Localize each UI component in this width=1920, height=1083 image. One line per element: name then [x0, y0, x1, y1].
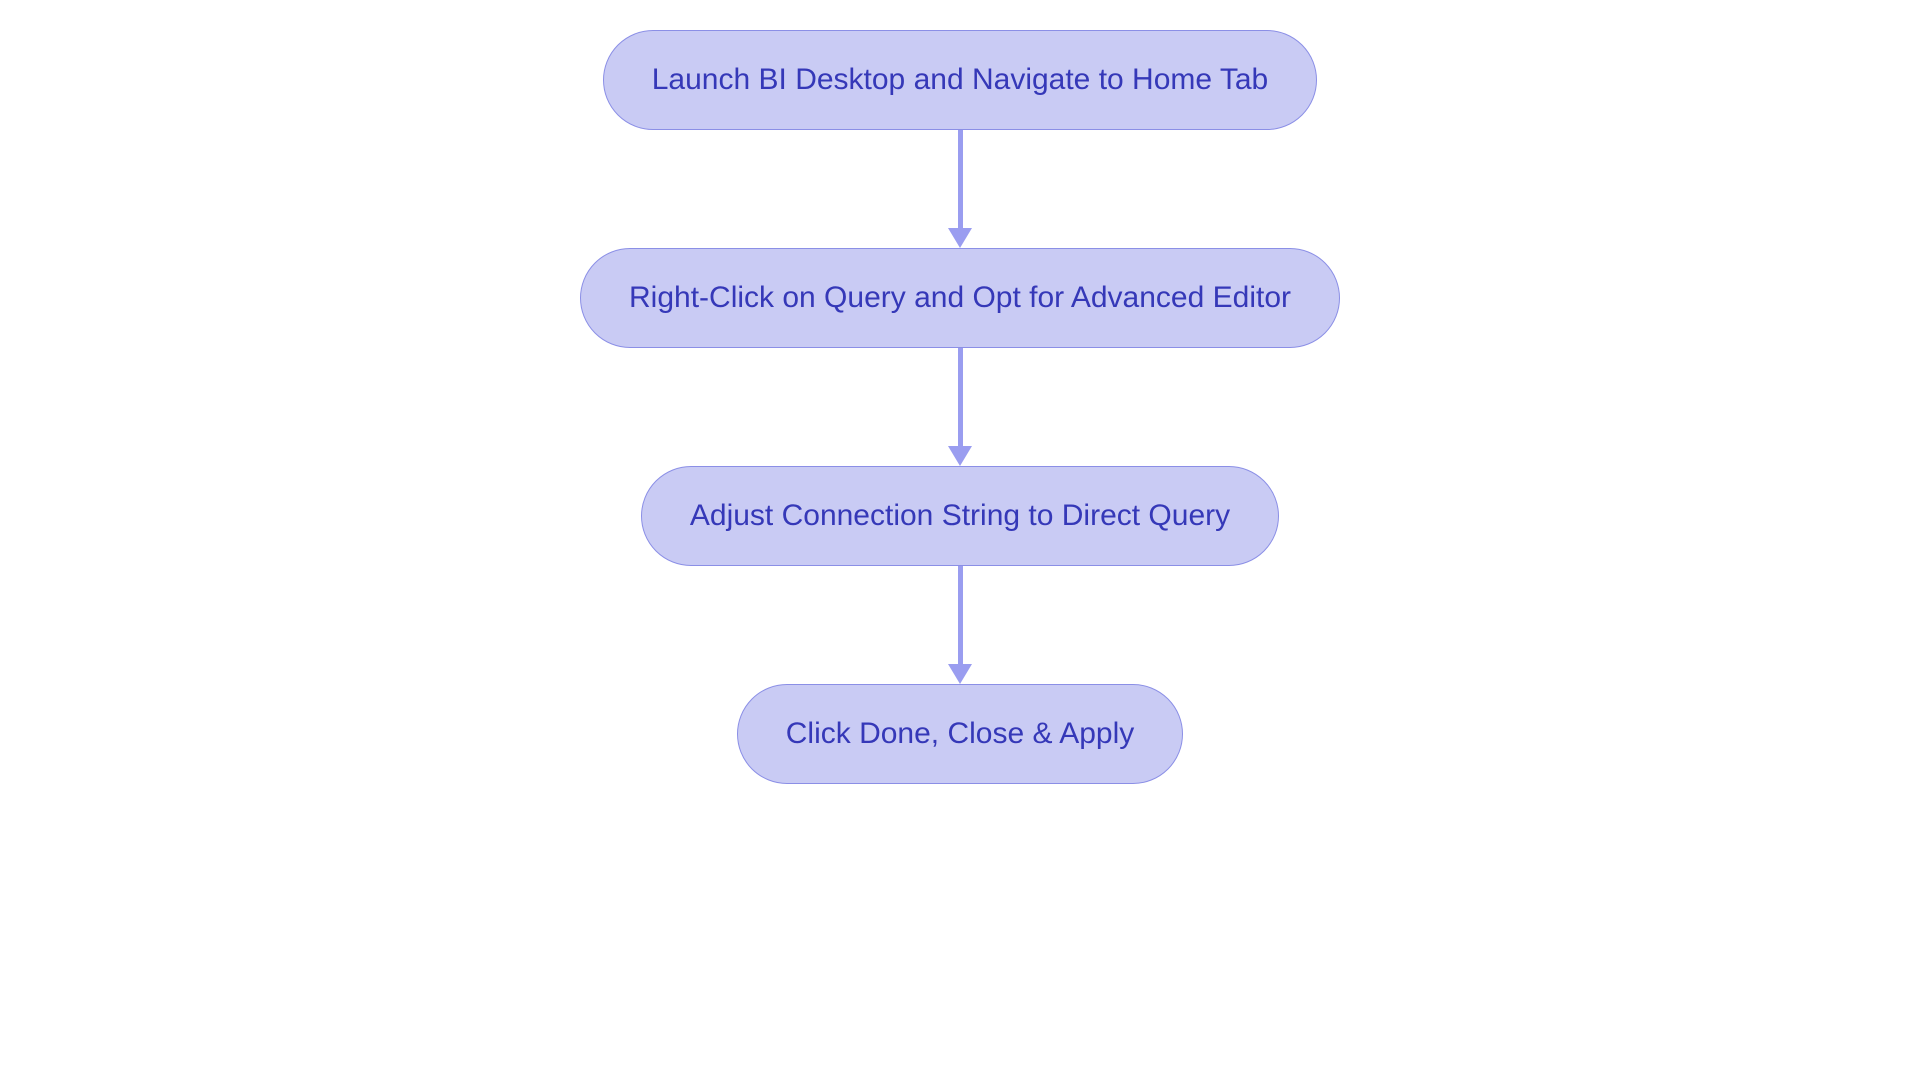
node-label: Right-Click on Query and Opt for Advance…: [629, 281, 1291, 315]
flowchart-container: Launch BI Desktop and Navigate to Home T…: [580, 30, 1340, 784]
node-label: Click Done, Close & Apply: [786, 717, 1135, 751]
node-label: Launch BI Desktop and Navigate to Home T…: [652, 63, 1269, 97]
flowchart-node-3: Adjust Connection String to Direct Query: [641, 466, 1279, 566]
flowchart-node-2: Right-Click on Query and Opt for Advance…: [580, 248, 1340, 348]
flowchart-node-1: Launch BI Desktop and Navigate to Home T…: [603, 30, 1318, 130]
arrow-down-icon: [948, 348, 972, 466]
arrow-down-icon: [948, 130, 972, 248]
arrow-down-icon: [948, 566, 972, 684]
node-label: Adjust Connection String to Direct Query: [690, 499, 1230, 533]
flowchart-node-4: Click Done, Close & Apply: [737, 684, 1184, 784]
